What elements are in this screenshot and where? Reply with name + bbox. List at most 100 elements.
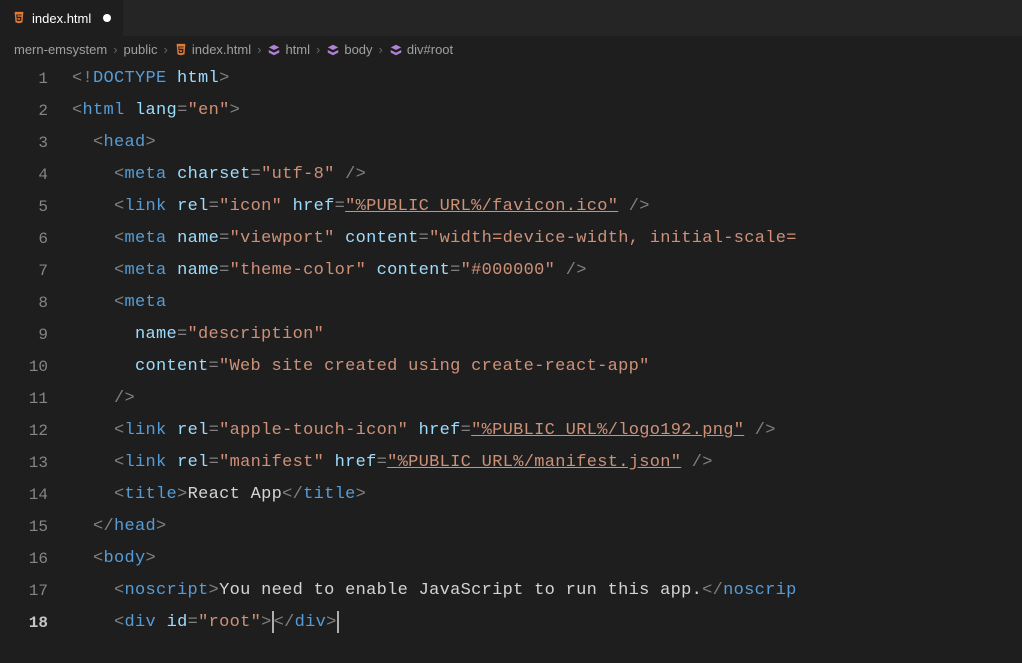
code-token: < — [114, 229, 125, 248]
code-token: = — [450, 261, 461, 280]
code-token: = — [251, 165, 262, 184]
code-token: content — [135, 357, 209, 376]
code-line[interactable]: name="description" — [72, 319, 1022, 351]
code-line[interactable]: content="Web site created using create-r… — [72, 351, 1022, 383]
code-token: > — [177, 485, 188, 504]
code-token: </ — [282, 485, 303, 504]
code-token: = — [419, 229, 430, 248]
breadcrumb-item[interactable]: html — [267, 42, 310, 57]
code-line[interactable]: <body> — [72, 543, 1022, 575]
line-number: 8 — [0, 287, 48, 319]
chevron-right-icon: › — [379, 42, 383, 57]
code-line[interactable]: <link rel="icon" href="%PUBLIC_URL%/favi… — [72, 191, 1022, 223]
code-line[interactable]: /> — [72, 383, 1022, 415]
code-token: > — [326, 613, 337, 632]
code-token: link — [125, 421, 167, 440]
line-number: 3 — [0, 127, 48, 159]
code-token: "icon" — [219, 197, 282, 216]
breadcrumb-item[interactable]: public — [124, 42, 158, 57]
file-html-icon — [174, 43, 188, 57]
code-editor[interactable]: 123456789101112131415161718 <!DOCTYPE ht… — [0, 63, 1022, 639]
line-number: 12 — [0, 415, 48, 447]
code-token — [408, 421, 419, 440]
code-token: > — [209, 581, 220, 600]
code-token: content — [377, 261, 451, 280]
dirty-indicator-icon — [103, 14, 111, 22]
code-token: > — [261, 613, 272, 632]
line-number: 2 — [0, 95, 48, 127]
code-token — [681, 453, 692, 472]
code-token: "%PUBLIC_URL%/logo192.png" — [471, 421, 744, 440]
code-token: /> — [566, 261, 587, 280]
breadcrumb-item[interactable]: body — [326, 42, 372, 57]
breadcrumb-item[interactable]: index.html — [174, 42, 251, 57]
code-line[interactable]: <link rel="apple-touch-icon" href="%PUBL… — [72, 415, 1022, 447]
code-token: = — [219, 229, 230, 248]
chevron-right-icon: › — [164, 42, 168, 57]
line-number: 4 — [0, 159, 48, 191]
code-line[interactable]: <link rel="manifest" href="%PUBLIC_URL%/… — [72, 447, 1022, 479]
code-token: link — [125, 197, 167, 216]
code-token: charset — [177, 165, 251, 184]
code-token — [167, 229, 178, 248]
code-token: < — [114, 197, 125, 216]
line-number-gutter: 123456789101112131415161718 — [0, 63, 72, 639]
code-token — [156, 613, 167, 632]
code-token — [366, 261, 377, 280]
cursor-indicator — [337, 611, 339, 633]
breadcrumb-label: index.html — [192, 42, 251, 57]
code-token: /> — [114, 389, 135, 408]
code-token: /> — [755, 421, 776, 440]
line-number: 15 — [0, 511, 48, 543]
code-token: rel — [177, 453, 209, 472]
code-token: head — [104, 133, 146, 152]
code-line[interactable]: <meta — [72, 287, 1022, 319]
code-token: < — [114, 293, 125, 312]
code-token: head — [114, 517, 156, 536]
code-token: meta — [125, 229, 167, 248]
code-token: = — [188, 613, 199, 632]
code-content[interactable]: <!DOCTYPE html><html lang="en"> <head> <… — [72, 63, 1022, 639]
code-token: "manifest" — [219, 453, 324, 472]
code-line[interactable]: <head> — [72, 127, 1022, 159]
code-token: href — [419, 421, 461, 440]
symbol-icon — [326, 43, 340, 57]
code-line[interactable]: <html lang="en"> — [72, 95, 1022, 127]
code-token — [167, 197, 178, 216]
breadcrumb-item[interactable]: mern-emsystem — [14, 42, 107, 57]
code-token: link — [125, 453, 167, 472]
tab-index-html[interactable]: index.html — [0, 0, 123, 36]
code-line[interactable]: <noscript>You need to enable JavaScript … — [72, 575, 1022, 607]
code-line[interactable]: <meta name="theme-color" content="#00000… — [72, 255, 1022, 287]
code-token: rel — [177, 197, 209, 216]
code-token — [167, 453, 178, 472]
code-token: React App — [188, 485, 283, 504]
code-line[interactable]: <div id="root"></div> — [72, 607, 1022, 639]
editor-tabs: index.html — [0, 0, 1022, 36]
code-token: title — [125, 485, 178, 504]
code-line[interactable]: <meta charset="utf-8" /> — [72, 159, 1022, 191]
line-number: 13 — [0, 447, 48, 479]
code-token: = — [177, 101, 188, 120]
code-token: "en" — [188, 101, 230, 120]
line-number: 18 — [0, 607, 48, 639]
code-token: < — [114, 453, 125, 472]
symbol-icon — [389, 43, 403, 57]
breadcrumb-label: mern-emsystem — [14, 42, 107, 57]
line-number: 10 — [0, 351, 48, 383]
breadcrumb-item[interactable]: div#root — [389, 42, 453, 57]
code-token: You need to enable JavaScript to run thi… — [219, 581, 702, 600]
breadcrumb-label: html — [285, 42, 310, 57]
code-token — [167, 165, 178, 184]
code-token: </ — [93, 517, 114, 536]
code-token: noscrip — [723, 581, 797, 600]
code-line[interactable]: <!DOCTYPE html> — [72, 63, 1022, 95]
code-token — [167, 421, 178, 440]
code-token: noscript — [125, 581, 209, 600]
code-line[interactable]: </head> — [72, 511, 1022, 543]
code-token: > — [356, 485, 367, 504]
breadcrumb-label: div#root — [407, 42, 453, 57]
code-line[interactable]: <title>React App</title> — [72, 479, 1022, 511]
code-line[interactable]: <meta name="viewport" content="width=dev… — [72, 223, 1022, 255]
code-token: html — [83, 101, 125, 120]
